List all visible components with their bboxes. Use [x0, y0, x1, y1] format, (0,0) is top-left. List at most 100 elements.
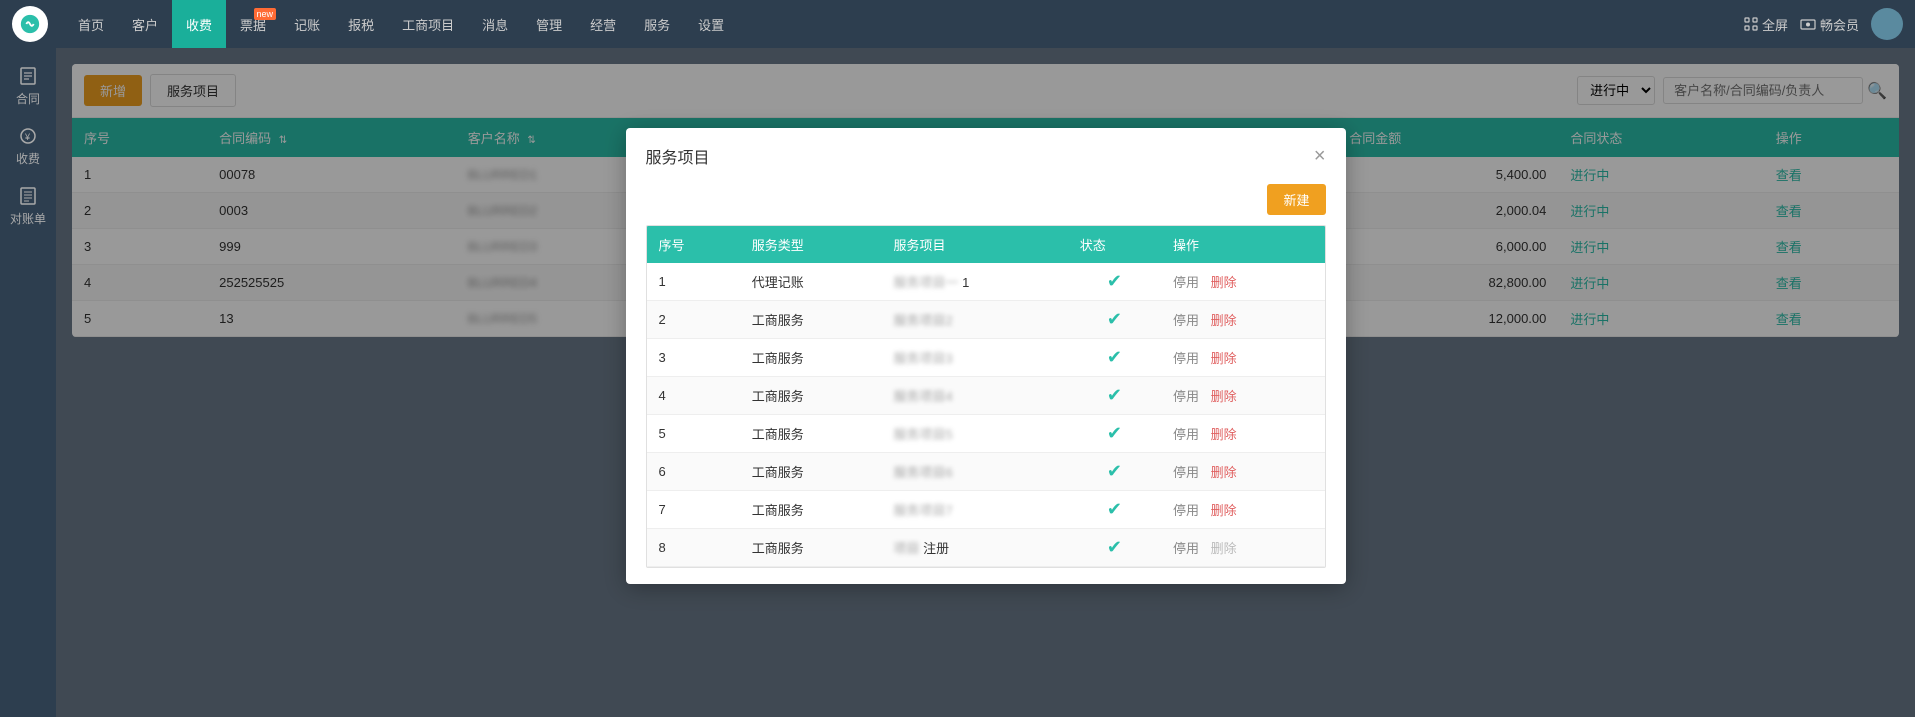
modal-cell-actions: 停用 删除 — [1161, 377, 1325, 415]
nav-item-home[interactable]: 首页 — [64, 0, 118, 48]
modal-cell-type: 工商服务 — [740, 301, 882, 339]
list-item: 8 工商服务 项目 注册 ✔ 停用 删除 — [647, 529, 1325, 567]
new-badge: new — [254, 8, 277, 20]
delete-button[interactable]: 删除 — [1211, 389, 1237, 404]
nav-item-bookkeeping[interactable]: 记账 — [280, 0, 334, 48]
status-check-icon: ✔ — [1107, 461, 1122, 481]
modal-cell-actions: 停用 删除 — [1161, 529, 1325, 567]
status-check-icon: ✔ — [1107, 309, 1122, 329]
modal-table: 序号 服务类型 服务项目 状态 操作 1 代理记账 服务项目一 1 ✔ 停用 — [647, 226, 1325, 567]
stop-button[interactable]: 停用 — [1173, 465, 1199, 480]
modal-cell-item: 服务项目7 — [882, 491, 1068, 529]
modal-toolbar: 新建 — [646, 184, 1326, 215]
modal-cell-actions: 停用 删除 — [1161, 339, 1325, 377]
modal-cell-actions: 停用 删除 — [1161, 263, 1325, 301]
nav-item-message[interactable]: 消息 — [468, 0, 522, 48]
svg-text:¥: ¥ — [24, 132, 31, 142]
modal-body: 新建 序号 服务类型 服务项目 状态 操作 1 代 — [626, 176, 1346, 584]
nav-item-manage[interactable]: 管理 — [522, 0, 576, 48]
sidebar-item-contract[interactable]: 合同 — [0, 56, 56, 116]
vip-label: 畅会员 — [1820, 15, 1859, 34]
list-item: 5 工商服务 服务项目5 ✔ 停用 删除 — [647, 415, 1325, 453]
list-item: 2 工商服务 服务项目2 ✔ 停用 删除 — [647, 301, 1325, 339]
nav-item-customer[interactable]: 客户 — [118, 0, 172, 48]
nav-item-fee[interactable]: 收费 — [172, 0, 226, 48]
modal-overlay[interactable]: 服务项目 × 新建 序号 服务类型 服务项目 状态 操作 — [56, 48, 1915, 717]
stop-button[interactable]: 停用 — [1173, 503, 1199, 518]
sidebar-label-contract: 合同 — [16, 90, 40, 107]
list-item: 6 工商服务 服务项目6 ✔ 停用 删除 — [647, 453, 1325, 491]
modal-cell-item: 项目 注册 — [882, 529, 1068, 567]
top-navigation: 首页 客户 收费 票据 new 记账 报税 工商项目 消息 管理 经营 服务 设… — [0, 0, 1915, 48]
modal-cell-type: 工商服务 — [740, 529, 882, 567]
modal-col-seq: 序号 — [647, 226, 740, 263]
delete-button[interactable]: 删除 — [1211, 427, 1237, 442]
stop-button[interactable]: 停用 — [1173, 275, 1199, 290]
modal-cell-item: 服务项目一 1 — [882, 263, 1068, 301]
nav-item-operation[interactable]: 经营 — [576, 0, 630, 48]
modal-cell-status: ✔ — [1068, 263, 1161, 301]
modal-cell-type: 工商服务 — [740, 491, 882, 529]
delete-button[interactable]: 删除 — [1211, 313, 1237, 328]
vip-button[interactable]: 畅会员 — [1800, 15, 1859, 34]
modal-cell-item: 服务项目5 — [882, 415, 1068, 453]
sidebar-item-statement[interactable]: 对账单 — [0, 176, 56, 236]
modal-cell-actions: 停用 删除 — [1161, 301, 1325, 339]
sidebar-label-fee: 收费 — [16, 150, 40, 167]
sidebar-label-statement: 对账单 — [10, 210, 46, 227]
delete-button[interactable]: 删除 — [1211, 275, 1237, 290]
nav-items: 首页 客户 收费 票据 new 记账 报税 工商项目 消息 管理 经营 服务 设… — [64, 0, 1744, 48]
modal-cell-status: ✔ — [1068, 529, 1161, 567]
modal-cell-status: ✔ — [1068, 339, 1161, 377]
modal-cell-status: ✔ — [1068, 377, 1161, 415]
nav-item-tax[interactable]: 报税 — [334, 0, 388, 48]
stop-button[interactable]: 停用 — [1173, 313, 1199, 328]
modal-col-type: 服务类型 — [740, 226, 882, 263]
fullscreen-button[interactable]: 全屏 — [1744, 15, 1788, 34]
modal-cell-type: 工商服务 — [740, 339, 882, 377]
modal-cell-item: 服务项目6 — [882, 453, 1068, 491]
nav-item-settings[interactable]: 设置 — [684, 0, 738, 48]
sidebar-item-fee[interactable]: ¥ 收费 — [0, 116, 56, 176]
delete-button: 删除 — [1211, 541, 1237, 556]
stop-button[interactable]: 停用 — [1173, 541, 1199, 556]
modal-cell-item: 服务项目3 — [882, 339, 1068, 377]
status-check-icon: ✔ — [1107, 385, 1122, 405]
modal-cell-seq: 2 — [647, 301, 740, 339]
app-logo[interactable] — [12, 6, 48, 42]
delete-button[interactable]: 删除 — [1211, 351, 1237, 366]
modal-cell-type: 工商服务 — [740, 415, 882, 453]
modal-close-button[interactable]: × — [1314, 146, 1326, 166]
delete-button[interactable]: 删除 — [1211, 503, 1237, 518]
modal-cell-seq: 8 — [647, 529, 740, 567]
modal-cell-actions: 停用 删除 — [1161, 491, 1325, 529]
service-items-modal: 服务项目 × 新建 序号 服务类型 服务项目 状态 操作 — [626, 128, 1346, 584]
modal-cell-status: ✔ — [1068, 453, 1161, 491]
nav-item-business[interactable]: 工商项目 — [388, 0, 468, 48]
list-item: 7 工商服务 服务项目7 ✔ 停用 删除 — [647, 491, 1325, 529]
avatar[interactable] — [1871, 8, 1903, 40]
modal-new-button[interactable]: 新建 — [1267, 184, 1325, 215]
status-check-icon: ✔ — [1107, 499, 1122, 519]
delete-button[interactable]: 删除 — [1211, 465, 1237, 480]
nav-right: 全屏 畅会员 — [1744, 8, 1903, 40]
modal-col-action: 操作 — [1161, 226, 1325, 263]
modal-cell-type: 工商服务 — [740, 377, 882, 415]
modal-col-item: 服务项目 — [882, 226, 1068, 263]
stop-button[interactable]: 停用 — [1173, 427, 1199, 442]
nav-item-service[interactable]: 服务 — [630, 0, 684, 48]
modal-cell-seq: 7 — [647, 491, 740, 529]
status-check-icon: ✔ — [1107, 537, 1122, 557]
modal-cell-status: ✔ — [1068, 491, 1161, 529]
stop-button[interactable]: 停用 — [1173, 351, 1199, 366]
modal-cell-seq: 5 — [647, 415, 740, 453]
modal-cell-type: 代理记账 — [740, 263, 882, 301]
modal-cell-status: ✔ — [1068, 415, 1161, 453]
modal-cell-item: 服务项目4 — [882, 377, 1068, 415]
stop-button[interactable]: 停用 — [1173, 389, 1199, 404]
status-check-icon: ✔ — [1107, 423, 1122, 443]
modal-col-status: 状态 — [1068, 226, 1161, 263]
modal-table-wrap[interactable]: 序号 服务类型 服务项目 状态 操作 1 代理记账 服务项目一 1 ✔ 停用 — [646, 225, 1326, 568]
nav-item-invoice[interactable]: 票据 new — [226, 0, 280, 48]
modal-cell-item: 服务项目2 — [882, 301, 1068, 339]
